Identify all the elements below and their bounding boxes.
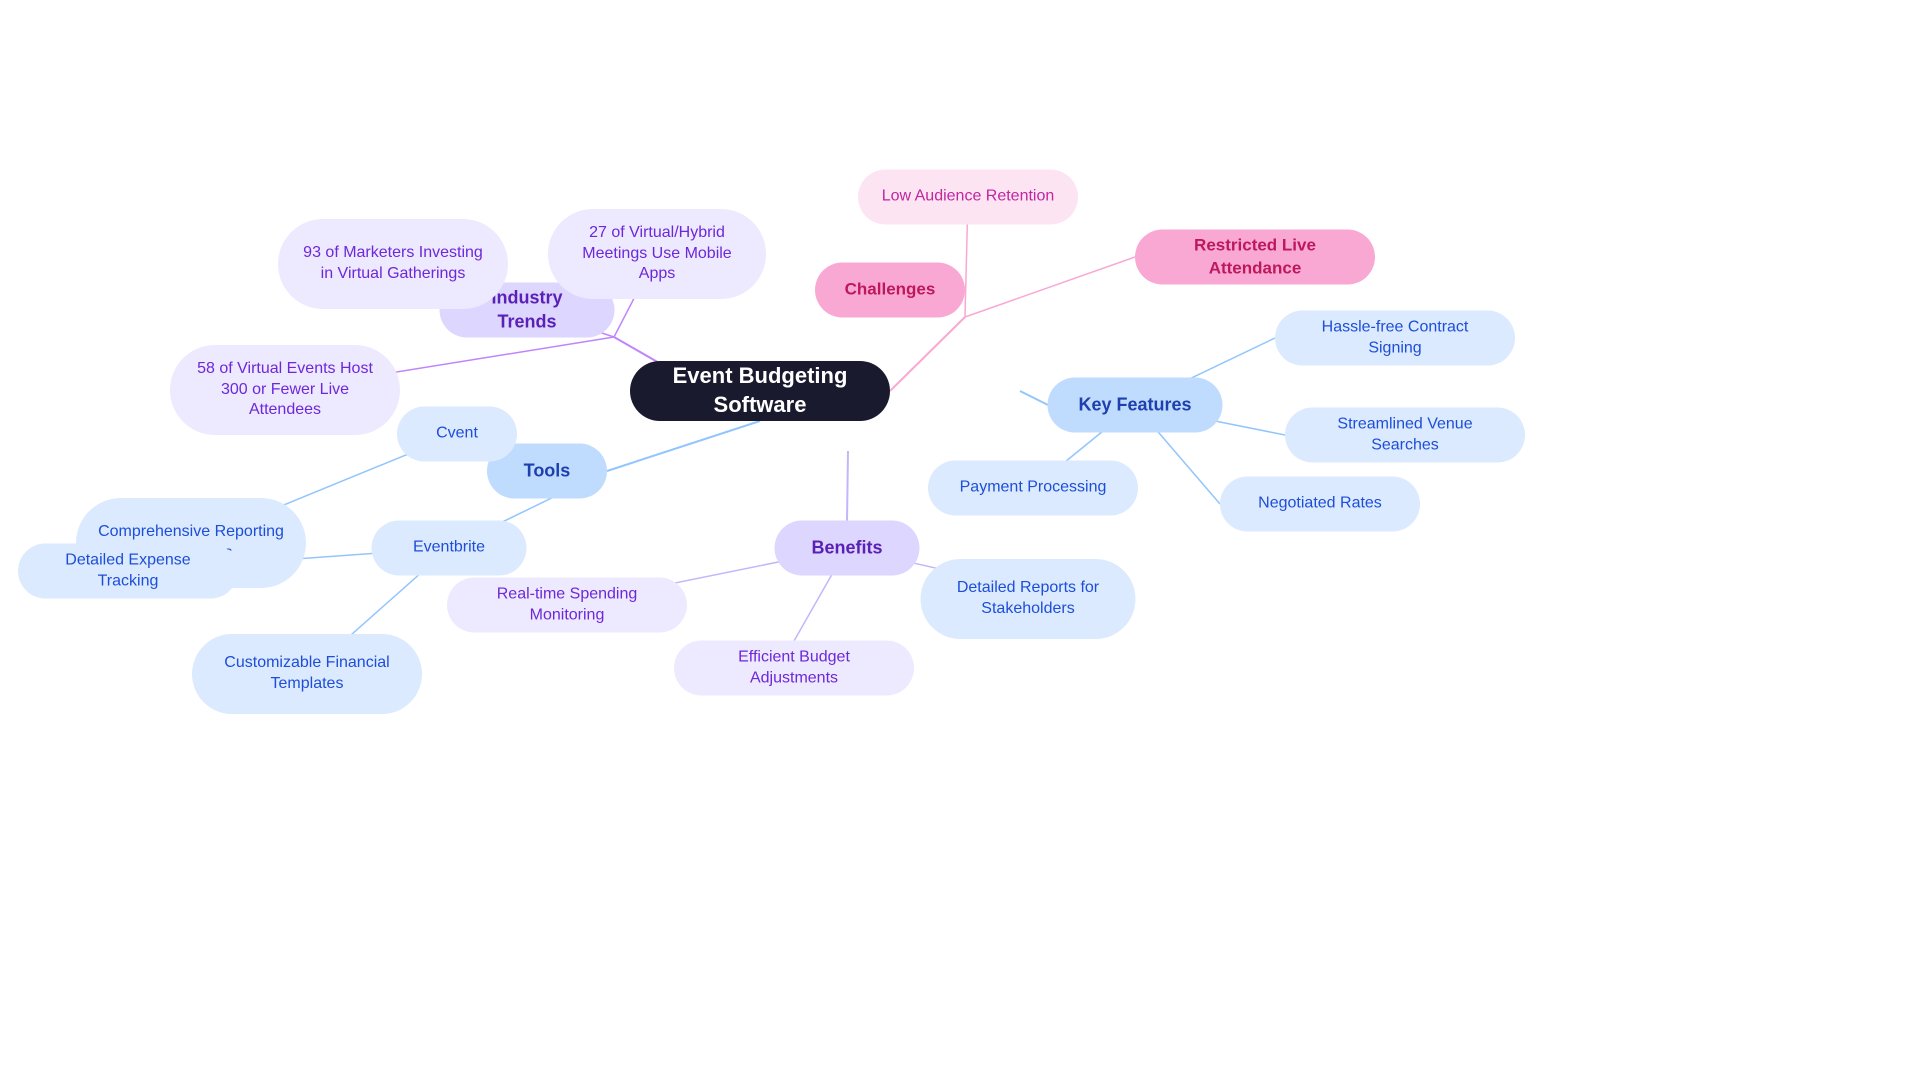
node-key-features: Key Features	[1048, 378, 1223, 433]
node-realtime-spending: Real-time Spending Monitoring	[447, 578, 687, 633]
node-eventbrite: Eventbrite	[372, 521, 527, 576]
node-customizable-templates: Customizable Financial Templates	[192, 634, 422, 714]
node-streamlined-venue: Streamlined Venue Searches	[1285, 408, 1525, 463]
node-detailed-reports: Detailed Reports for Stakeholders	[921, 559, 1136, 639]
node-detailed-expense: Detailed Expense Tracking	[18, 544, 238, 599]
node-hassle-contract: Hassle-free Contract Signing	[1275, 311, 1515, 366]
node-benefits: Benefits	[775, 521, 920, 576]
node-low-retention: Low Audience Retention	[858, 170, 1078, 225]
node-efficient-budget: Efficient Budget Adjustments	[674, 641, 914, 696]
node-challenges: Challenges	[815, 263, 965, 318]
node-cvent: Cvent	[397, 407, 517, 462]
center-node: Event Budgeting Software	[630, 361, 890, 421]
node-payment-processing: Payment Processing	[928, 461, 1138, 516]
node-virtual-events: 58 of Virtual Events Host 300 or Fewer L…	[170, 345, 400, 435]
node-negotiated-rates: Negotiated Rates	[1220, 477, 1420, 532]
node-marketers: 93 of Marketers Investing in Virtual Gat…	[278, 219, 508, 309]
node-mobile-apps: 27 of Virtual/Hybrid Meetings Use Mobile…	[548, 209, 766, 299]
node-restricted-attendance: Restricted Live Attendance	[1135, 230, 1375, 285]
